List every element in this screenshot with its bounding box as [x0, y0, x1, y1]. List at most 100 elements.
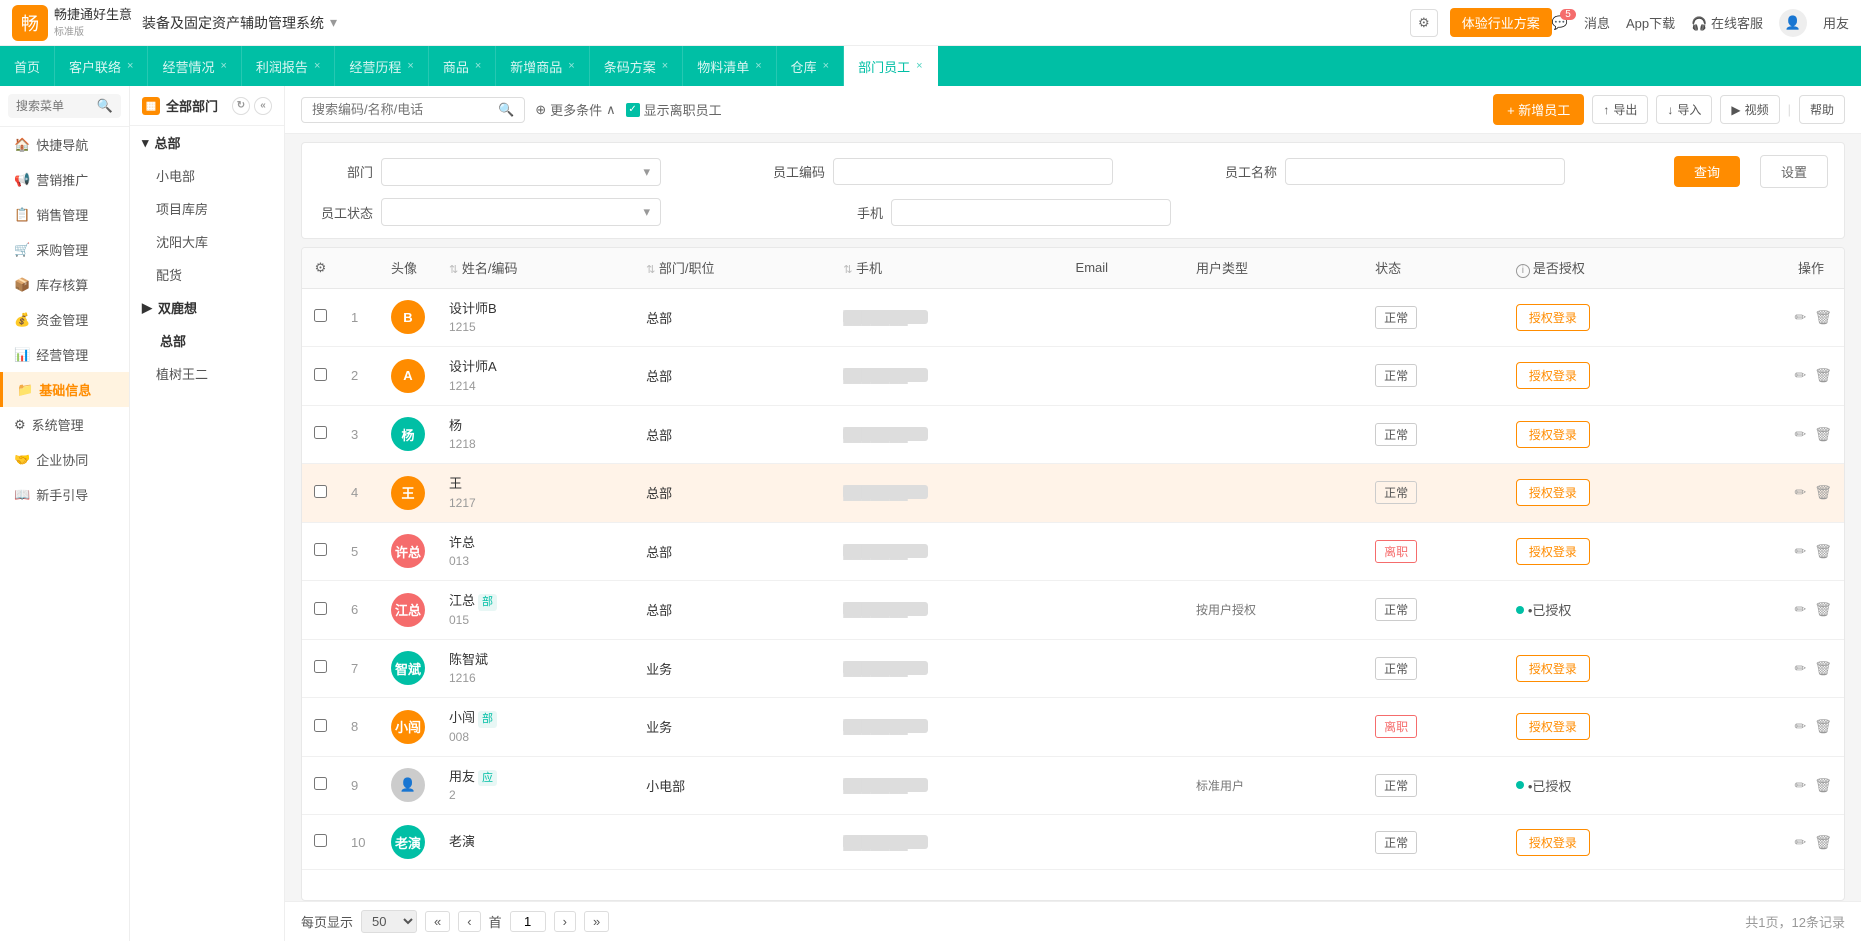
row-checkbox[interactable] [314, 660, 327, 673]
show-departed-wrap[interactable]: ✓ 显示离职员工 [626, 100, 722, 119]
sidebar-item-collab[interactable]: 🤝 企业协同 [0, 442, 129, 477]
sidebar-item-nav[interactable]: 🏠 快捷导航 [0, 127, 129, 162]
app-download-link[interactable]: App下载 [1626, 13, 1675, 32]
page-size-select[interactable]: 50 20 100 [361, 910, 417, 933]
tab-history[interactable]: 经营历程 × [335, 46, 428, 86]
delete-icon[interactable]: 🗑 [1814, 543, 1832, 560]
dept-item-shuangluxiang[interactable]: ▶ 双鹿想 [130, 291, 284, 324]
edit-icon[interactable]: ✏ [1794, 834, 1806, 851]
auth-button[interactable]: 授权登录 [1516, 421, 1590, 448]
delete-icon[interactable]: 🗑 [1814, 426, 1832, 443]
row-checkbox[interactable] [314, 602, 327, 615]
close-icon[interactable]: × [662, 60, 668, 72]
message-icon-wrap[interactable]: 💬 5 [1552, 15, 1568, 31]
delete-icon[interactable]: 🗑 [1814, 367, 1832, 384]
auth-button[interactable]: 授权登录 [1516, 479, 1590, 506]
edit-icon[interactable]: ✏ [1794, 543, 1806, 560]
delete-icon[interactable]: 🗑 [1814, 718, 1832, 735]
last-page-btn[interactable]: » [584, 911, 609, 932]
sidebar-item-business[interactable]: 📊 经营管理 [0, 337, 129, 372]
dept-item-zongbu[interactable]: ▾ 总部 [130, 126, 284, 159]
edit-icon[interactable]: ✏ [1794, 601, 1806, 618]
dropdown-arrow-icon[interactable]: ▾ [330, 14, 337, 31]
sidebar-item-finance[interactable]: 💰 资金管理 [0, 302, 129, 337]
emp-code-input[interactable] [833, 158, 1113, 185]
export-button[interactable]: ↑ 导出 [1592, 95, 1648, 124]
add-employee-button[interactable]: + 新增员工 [1493, 94, 1584, 125]
tab-dept-staff[interactable]: 部门员工 × [844, 46, 937, 86]
row-checkbox[interactable] [314, 834, 327, 847]
auth-button[interactable]: 授权登录 [1516, 362, 1590, 389]
sidebar-item-sales[interactable]: 📋 销售管理 [0, 197, 129, 232]
edit-icon[interactable]: ✏ [1794, 718, 1806, 735]
sidebar-item-system[interactable]: ⚙ 系统管理 [0, 407, 129, 442]
sidebar-item-purchase[interactable]: 🛒 采购管理 [0, 232, 129, 267]
filter-settings-button[interactable]: 设置 [1760, 155, 1828, 188]
close-icon[interactable]: × [568, 60, 574, 72]
tab-barcode[interactable]: 条码方案 × [590, 46, 683, 86]
prev-page-btn[interactable]: ‹ [458, 911, 480, 932]
row-checkbox[interactable] [314, 368, 327, 381]
delete-icon[interactable]: 🗑 [1814, 484, 1832, 501]
row-checkbox[interactable] [314, 485, 327, 498]
tab-home[interactable]: 首页 [0, 46, 55, 86]
dept-select[interactable]: ▾ [381, 158, 661, 186]
delete-icon[interactable]: 🗑 [1814, 660, 1832, 677]
search-button[interactable]: 查询 [1674, 156, 1740, 187]
close-icon[interactable]: × [755, 60, 761, 72]
tab-operation[interactable]: 经营情况 × [148, 46, 241, 86]
sidebar-item-guide[interactable]: 📖 新手引导 [0, 477, 129, 512]
auth-button[interactable]: 授权登录 [1516, 713, 1590, 740]
edit-icon[interactable]: ✏ [1794, 484, 1806, 501]
import-button[interactable]: ↓ 导入 [1656, 95, 1712, 124]
tab-customer[interactable]: 客户联络 × [55, 46, 148, 86]
col-phone[interactable]: ⇅ 手机 [831, 248, 1063, 288]
auth-button[interactable]: 授权登录 [1516, 304, 1590, 331]
close-icon[interactable]: × [314, 60, 320, 72]
info-icon[interactable]: i [1516, 264, 1530, 278]
dept-item-peihuo[interactable]: 配货 [130, 258, 284, 291]
tab-goods[interactable]: 商品 × [429, 46, 496, 86]
status-select[interactable]: ▾ [381, 198, 661, 226]
sidebar-item-basic[interactable]: 📁 基础信息 [0, 372, 129, 407]
edit-icon[interactable]: ✏ [1794, 777, 1806, 794]
close-icon[interactable]: × [475, 60, 481, 72]
close-icon[interactable]: × [916, 60, 922, 72]
first-page-btn[interactable]: « [425, 911, 450, 932]
search-input[interactable] [312, 102, 492, 117]
dept-item-xiaodian[interactable]: 小电部 [130, 159, 284, 192]
refresh-icon[interactable]: ↻ [232, 97, 250, 115]
show-departed-checkbox[interactable]: ✓ [626, 103, 640, 117]
tab-profit[interactable]: 利润报告 × [242, 46, 335, 86]
delete-icon[interactable]: 🗑 [1814, 601, 1832, 618]
dept-item-project[interactable]: 项目库房 [130, 192, 284, 225]
view-button[interactable]: ▶ 视频 [1720, 95, 1779, 124]
page-input[interactable] [510, 911, 546, 932]
edit-icon[interactable]: ✏ [1794, 309, 1806, 326]
col-dept[interactable]: ⇅ 部门/职位 [634, 248, 831, 288]
tab-bom[interactable]: 物料清单 × [683, 46, 776, 86]
edit-icon[interactable]: ✏ [1794, 367, 1806, 384]
sidebar-item-inventory[interactable]: 📦 库存核算 [0, 267, 129, 302]
more-conditions-btn[interactable]: ⊕ 更多条件 ∧ [535, 100, 615, 119]
delete-icon[interactable]: 🗑 [1814, 834, 1832, 851]
close-icon[interactable]: × [220, 60, 226, 72]
dept-item-zongbu2[interactable]: 总部 [130, 324, 284, 357]
collapse-icon[interactable]: « [254, 97, 272, 115]
col-name[interactable]: ⇅ 姓名/编码 [437, 248, 634, 288]
auth-button[interactable]: 授权登录 [1516, 829, 1590, 856]
settings-icon[interactable]: ⚙ [1410, 9, 1438, 37]
experience-button[interactable]: 体验行业方案 [1450, 8, 1552, 37]
row-checkbox[interactable] [314, 543, 327, 556]
row-checkbox[interactable] [314, 309, 327, 322]
close-icon[interactable]: × [823, 60, 829, 72]
emp-name-input[interactable] [1285, 158, 1565, 185]
row-checkbox[interactable] [314, 777, 327, 790]
row-checkbox[interactable] [314, 719, 327, 732]
close-icon[interactable]: × [127, 60, 133, 72]
auth-button[interactable]: 授权登录 [1516, 655, 1590, 682]
sidebar-search-input[interactable] [16, 99, 93, 113]
next-page-btn[interactable]: › [554, 911, 576, 932]
sidebar-item-marketing[interactable]: 📢 营销推广 [0, 162, 129, 197]
delete-icon[interactable]: 🗑 [1814, 309, 1832, 326]
